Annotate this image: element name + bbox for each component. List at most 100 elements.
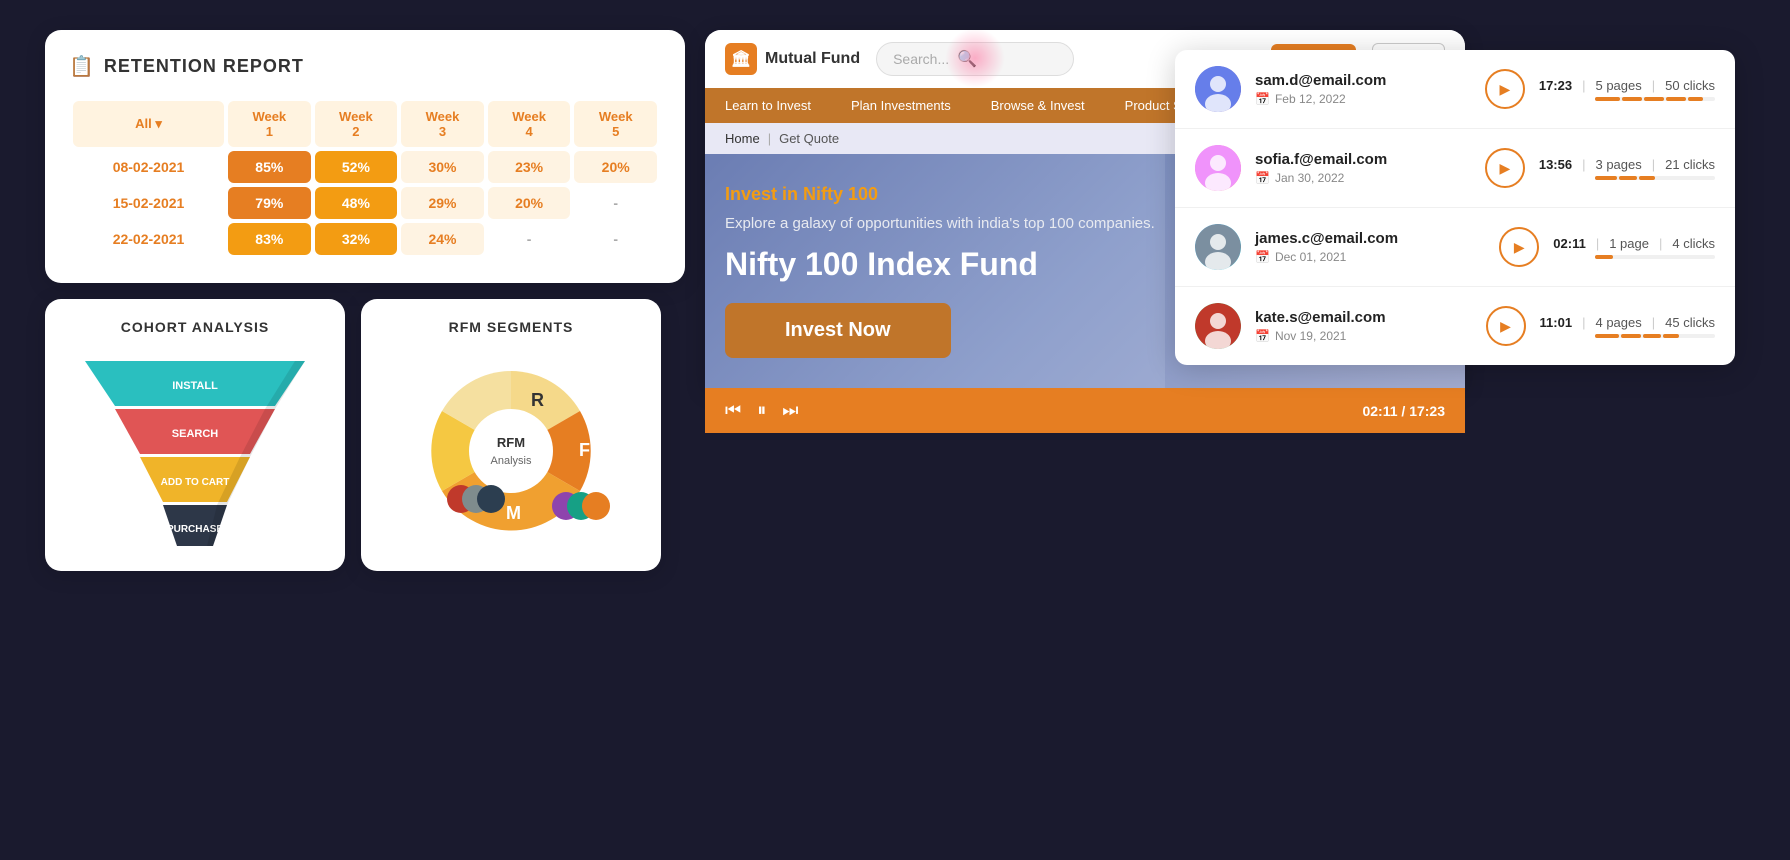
- data-cell: -: [488, 223, 571, 255]
- progress-empty: [1657, 176, 1701, 180]
- session-date: 📅 Feb 12, 2022: [1255, 92, 1471, 106]
- table-row: 22-02-2021 83% 32% 24% - -: [73, 223, 657, 255]
- calendar-icon: 📅: [1255, 171, 1270, 185]
- invest-now-button[interactable]: Invest Now: [725, 303, 951, 358]
- data-cell: 20%: [574, 151, 657, 183]
- table-row: 08-02-2021 85% 52% 30% 23% 20%: [73, 151, 657, 183]
- pause-button[interactable]: ⏸: [757, 400, 766, 421]
- rfm-donut-svg: R F M RFM Analysis: [391, 351, 631, 551]
- svg-text:F: F: [579, 440, 590, 460]
- session-time: 11:01: [1540, 315, 1573, 330]
- brand-logo: 🏛 Mutual Fund: [725, 43, 860, 75]
- progress-segment: [1619, 176, 1637, 180]
- session-item: sam.d@email.com 📅 Feb 12, 2022 ▶ 17:23 |…: [1175, 50, 1735, 129]
- progress-segment: [1666, 97, 1686, 101]
- data-cell: 24%: [401, 223, 484, 255]
- website-hero: Invest in Nifty 100 Explore a galaxy of …: [705, 154, 1465, 388]
- data-cell: 32%: [315, 223, 398, 255]
- svg-text:RFM: RFM: [497, 435, 525, 450]
- progress-segment: [1644, 97, 1664, 101]
- progress-segment: [1639, 176, 1655, 180]
- stats-row: 02:11 | 1 page | 4 clicks: [1553, 236, 1715, 251]
- search-bar[interactable]: Search... 🔍: [876, 42, 1074, 76]
- skip-back-button[interactable]: ⏮: [725, 400, 741, 421]
- play-button[interactable]: ▶: [1499, 227, 1539, 267]
- play-button[interactable]: ▶: [1485, 69, 1525, 109]
- rfm-title: RFM SEGMENTS: [381, 319, 641, 335]
- session-email: sam.d@email.com: [1255, 72, 1471, 89]
- date-cell: 08-02-2021: [73, 151, 224, 183]
- play-button[interactable]: ▶: [1485, 148, 1525, 188]
- nav-item-browse[interactable]: Browse & Invest: [971, 88, 1105, 123]
- hero-subtitle: Explore a galaxy of opportunities with i…: [725, 213, 1445, 234]
- progress-empty: [1615, 255, 1697, 259]
- col-header-week2: Week2: [315, 101, 398, 147]
- progress-segment: [1622, 97, 1642, 101]
- stats-row: 11:01 | 4 pages | 45 clicks: [1540, 315, 1715, 330]
- svg-text:SEARCH: SEARCH: [172, 428, 219, 440]
- data-cell: -: [574, 223, 657, 255]
- hero-invest-prefix: Invest in: [725, 184, 803, 204]
- hero-invest-highlight: Nifty 100: [803, 184, 878, 204]
- date-cell: 22-02-2021: [73, 223, 224, 255]
- svg-text:R: R: [531, 390, 544, 410]
- col-header-week1: Week1: [228, 101, 311, 147]
- report-icon: 📋: [69, 54, 94, 79]
- data-cell: -: [574, 187, 657, 219]
- progress-segment: [1595, 176, 1617, 180]
- brand-name: Mutual Fund: [765, 50, 860, 68]
- progress-bar: [1595, 255, 1715, 259]
- session-time: 17:23: [1539, 78, 1572, 93]
- page-count: 3 pages: [1595, 157, 1641, 172]
- breadcrumb-quote[interactable]: Get Quote: [779, 131, 839, 146]
- bottom-row: COHORT ANALYSIS INSTALL SEARCH ADD TO CA…: [45, 299, 685, 571]
- cohort-card: COHORT ANALYSIS INSTALL SEARCH ADD TO CA…: [45, 299, 345, 571]
- play-button[interactable]: ▶: [1486, 306, 1526, 346]
- stats-row: 17:23 | 5 pages | 50 clicks: [1539, 78, 1715, 93]
- data-cell: 83%: [228, 223, 311, 255]
- left-panel: 📋 RETENTION REPORT All ▾ Week1 Week2 Wee…: [45, 30, 685, 571]
- session-stats: 13:56 | 3 pages | 21 clicks: [1539, 157, 1715, 180]
- data-cell: 48%: [315, 187, 398, 219]
- date-cell: 15-02-2021: [73, 187, 224, 219]
- session-stats: 11:01 | 4 pages | 45 clicks: [1540, 315, 1715, 338]
- session-stats: 02:11 | 1 page | 4 clicks: [1553, 236, 1715, 259]
- data-cell: 23%: [488, 151, 571, 183]
- page-count: 4 pages: [1595, 315, 1641, 330]
- data-cell: 79%: [228, 187, 311, 219]
- video-player-bar: ⏮ ⏸ ⏭ 02:11 / 17:23: [705, 388, 1465, 433]
- progress-segment: [1595, 97, 1620, 101]
- progress-segment: [1663, 334, 1679, 338]
- player-time-display: 02:11 / 17:23: [1362, 403, 1445, 419]
- nav-item-plan[interactable]: Plan Investments: [831, 88, 971, 123]
- progress-segment: [1595, 255, 1613, 259]
- right-panel: 🏛 Mutual Fund Search... 🔍 Sign Up Login …: [705, 30, 1735, 433]
- col-header-all[interactable]: All ▾: [73, 101, 224, 147]
- progress-bar: [1595, 176, 1715, 180]
- progress-segment: [1595, 334, 1619, 338]
- main-container: 📋 RETENTION REPORT All ▾ Week1 Week2 Wee…: [45, 30, 1745, 830]
- calendar-icon: 📅: [1255, 92, 1270, 106]
- retention-header: 📋 RETENTION REPORT: [69, 54, 661, 79]
- search-icon: 🔍: [957, 49, 977, 69]
- progress-segment: [1688, 97, 1703, 101]
- session-stats: 17:23 | 5 pages | 50 clicks: [1539, 78, 1715, 101]
- retention-card: 📋 RETENTION REPORT All ▾ Week1 Week2 Wee…: [45, 30, 685, 283]
- progress-empty: [1681, 334, 1703, 338]
- session-date: 📅 Jan 30, 2022: [1255, 171, 1471, 185]
- nav-item-learn[interactable]: Learn to Invest: [705, 88, 831, 123]
- stats-row: 13:56 | 3 pages | 21 clicks: [1539, 157, 1715, 172]
- cohort-title: COHORT ANALYSIS: [65, 319, 325, 335]
- session-info: sofia.f@email.com 📅 Jan 30, 2022: [1255, 151, 1471, 185]
- breadcrumb-home[interactable]: Home: [725, 131, 760, 146]
- skip-forward-button[interactable]: ⏭: [782, 400, 798, 421]
- page-count: 5 pages: [1595, 78, 1641, 93]
- svg-text:M: M: [506, 503, 521, 523]
- hero-invest-label: Invest in Nifty 100: [725, 184, 1445, 205]
- rfm-card: RFM SEGMENTS R F M: [361, 299, 661, 571]
- data-cell: 29%: [401, 187, 484, 219]
- col-header-week4: Week4: [488, 101, 571, 147]
- avatar: [1195, 66, 1241, 112]
- data-cell: 52%: [315, 151, 398, 183]
- click-count: 4 clicks: [1672, 236, 1715, 251]
